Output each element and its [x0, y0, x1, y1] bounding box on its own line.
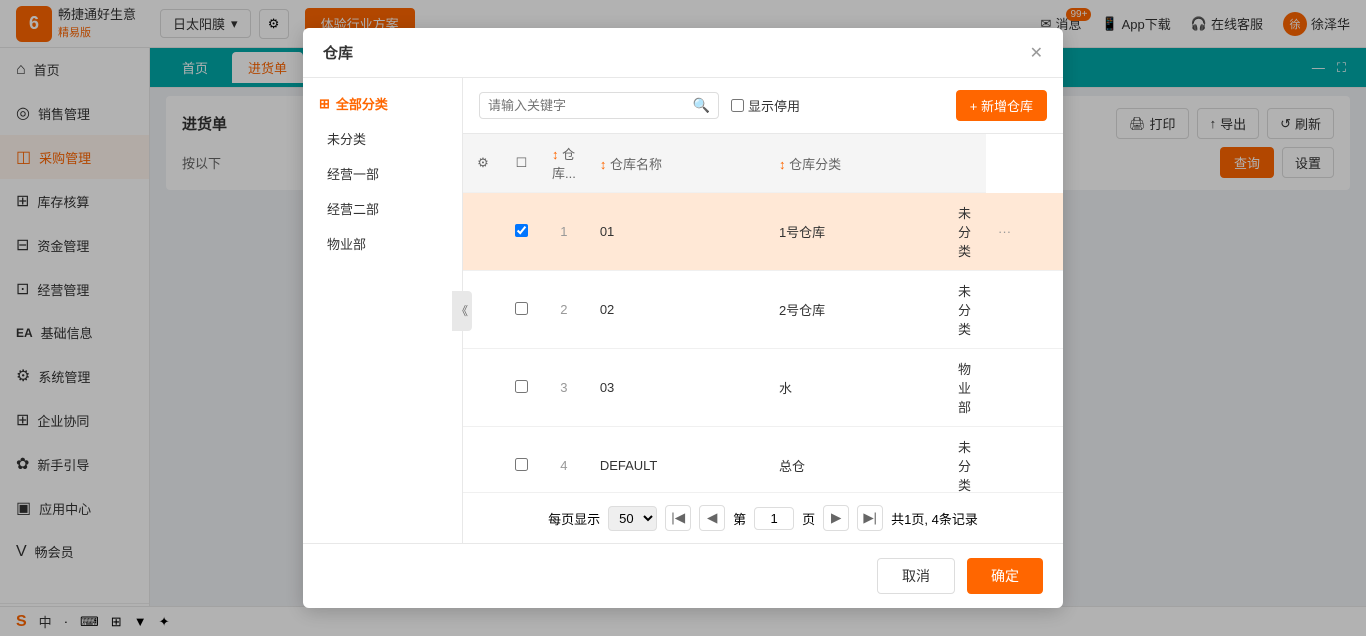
- col-code: ↕ 仓库...: [540, 134, 588, 193]
- cancel-button[interactable]: 取消: [877, 558, 955, 594]
- dialog-footer: 取消 确定: [303, 543, 1063, 608]
- table-row[interactable]: 1 01 1号仓库 未分类 ···: [463, 193, 1063, 271]
- warehouse-dialog: 仓库 ✕ ⊞ 全部分类 未分类 经营一部 经营二部 物业部 《: [303, 28, 1063, 608]
- search-input-wrap: 🔍: [479, 92, 719, 119]
- dialog-header: 仓库 ✕: [303, 28, 1063, 78]
- category-all[interactable]: ⊞ 全部分类: [303, 86, 462, 121]
- category-panel: ⊞ 全部分类 未分类 经营一部 经营二部 物业部 《: [303, 78, 463, 543]
- row-dots-menu[interactable]: [986, 427, 1063, 493]
- sort-icon-name: ↕: [600, 157, 607, 172]
- row-checkbox[interactable]: [515, 302, 528, 315]
- last-page-btn[interactable]: ▶|: [857, 505, 883, 531]
- table-panel: 🔍 显示停用 + 新增仓库 ⚙ ☐: [463, 78, 1063, 543]
- table-row[interactable]: 3 03 水 物业部: [463, 349, 1063, 427]
- col-check: ☐: [503, 134, 540, 193]
- category-item-dept2[interactable]: 经营二部: [303, 191, 462, 226]
- dialog-title: 仓库: [323, 42, 353, 63]
- col-gear: ⚙: [463, 134, 503, 193]
- col-actions: [946, 134, 986, 193]
- row-checkbox-cell[interactable]: [503, 193, 540, 271]
- col-name: ↕ 仓库名称: [588, 134, 767, 193]
- row-dots-menu[interactable]: [986, 271, 1063, 349]
- category-item-property[interactable]: 物业部: [303, 226, 462, 261]
- page-label: 第: [733, 509, 746, 528]
- row-name: 水: [767, 349, 946, 427]
- row-checkbox[interactable]: [515, 224, 528, 237]
- search-icon: 🔍: [693, 97, 710, 114]
- show-disabled-label[interactable]: 显示停用: [731, 96, 800, 115]
- collapse-panel-btn[interactable]: 《: [452, 291, 472, 331]
- search-input[interactable]: [488, 98, 693, 113]
- row-category: 未分类: [946, 193, 986, 271]
- grid-icon: ⊞: [319, 96, 330, 112]
- per-page-label: 每页显示: [548, 509, 600, 528]
- row-checkbox-cell[interactable]: [503, 271, 540, 349]
- table-row[interactable]: 4 DEFAULT 总仓 未分类: [463, 427, 1063, 493]
- show-disabled-text: 显示停用: [748, 96, 800, 115]
- row-num: 2: [540, 271, 588, 349]
- row-code: 01: [588, 193, 767, 271]
- row-dots-menu[interactable]: ···: [986, 193, 1063, 271]
- col-category: ↕ 仓库分类: [767, 134, 946, 193]
- confirm-button[interactable]: 确定: [967, 558, 1043, 594]
- row-gear: [463, 193, 503, 271]
- show-disabled-checkbox[interactable]: [731, 99, 744, 112]
- row-code: 02: [588, 271, 767, 349]
- row-name: 1号仓库: [767, 193, 946, 271]
- warehouse-table: ⚙ ☐ ↕ 仓库... ↕ 仓库名称: [463, 134, 1063, 492]
- row-name: 2号仓库: [767, 271, 946, 349]
- category-item-dept1[interactable]: 经营一部: [303, 156, 462, 191]
- per-page-select[interactable]: 50: [608, 506, 657, 531]
- row-checkbox[interactable]: [515, 458, 528, 471]
- row-code: DEFAULT: [588, 427, 767, 493]
- total-label: 共1页, 4条记录: [891, 509, 978, 528]
- pagination: 每页显示 50 |◀ ◀ 第 页 ▶ ▶| 共1页, 4条记录: [463, 492, 1063, 543]
- row-name: 总仓: [767, 427, 946, 493]
- row-checkbox-cell[interactable]: [503, 349, 540, 427]
- category-item-unclassified[interactable]: 未分类: [303, 121, 462, 156]
- sort-icon: ↕: [552, 147, 559, 162]
- row-category: 未分类: [946, 271, 986, 349]
- next-page-btn[interactable]: ▶: [823, 505, 849, 531]
- row-gear: [463, 427, 503, 493]
- row-category: 物业部: [946, 349, 986, 427]
- row-checkbox-cell[interactable]: [503, 427, 540, 493]
- row-num: 4: [540, 427, 588, 493]
- first-page-btn[interactable]: |◀: [665, 505, 691, 531]
- modal-overlay: 仓库 ✕ ⊞ 全部分类 未分类 经营一部 经营二部 物业部 《: [0, 0, 1366, 636]
- row-num: 1: [540, 193, 588, 271]
- dialog-body: ⊞ 全部分类 未分类 经营一部 经营二部 物业部 《 🔍: [303, 78, 1063, 543]
- add-warehouse-btn[interactable]: + 新增仓库: [956, 90, 1047, 121]
- table-row[interactable]: 2 02 2号仓库 未分类: [463, 271, 1063, 349]
- page-suffix: 页: [802, 509, 815, 528]
- search-bar: 🔍 显示停用 + 新增仓库: [463, 78, 1063, 134]
- sort-icon-cat: ↕: [779, 157, 786, 172]
- row-dots-menu[interactable]: [986, 349, 1063, 427]
- prev-page-btn[interactable]: ◀: [699, 505, 725, 531]
- row-num: 3: [540, 349, 588, 427]
- page-input[interactable]: [754, 507, 794, 530]
- close-icon[interactable]: ✕: [1030, 43, 1043, 63]
- category-all-label: 全部分类: [336, 94, 388, 113]
- row-checkbox[interactable]: [515, 380, 528, 393]
- row-category: 未分类: [946, 427, 986, 493]
- row-code: 03: [588, 349, 767, 427]
- row-gear: [463, 349, 503, 427]
